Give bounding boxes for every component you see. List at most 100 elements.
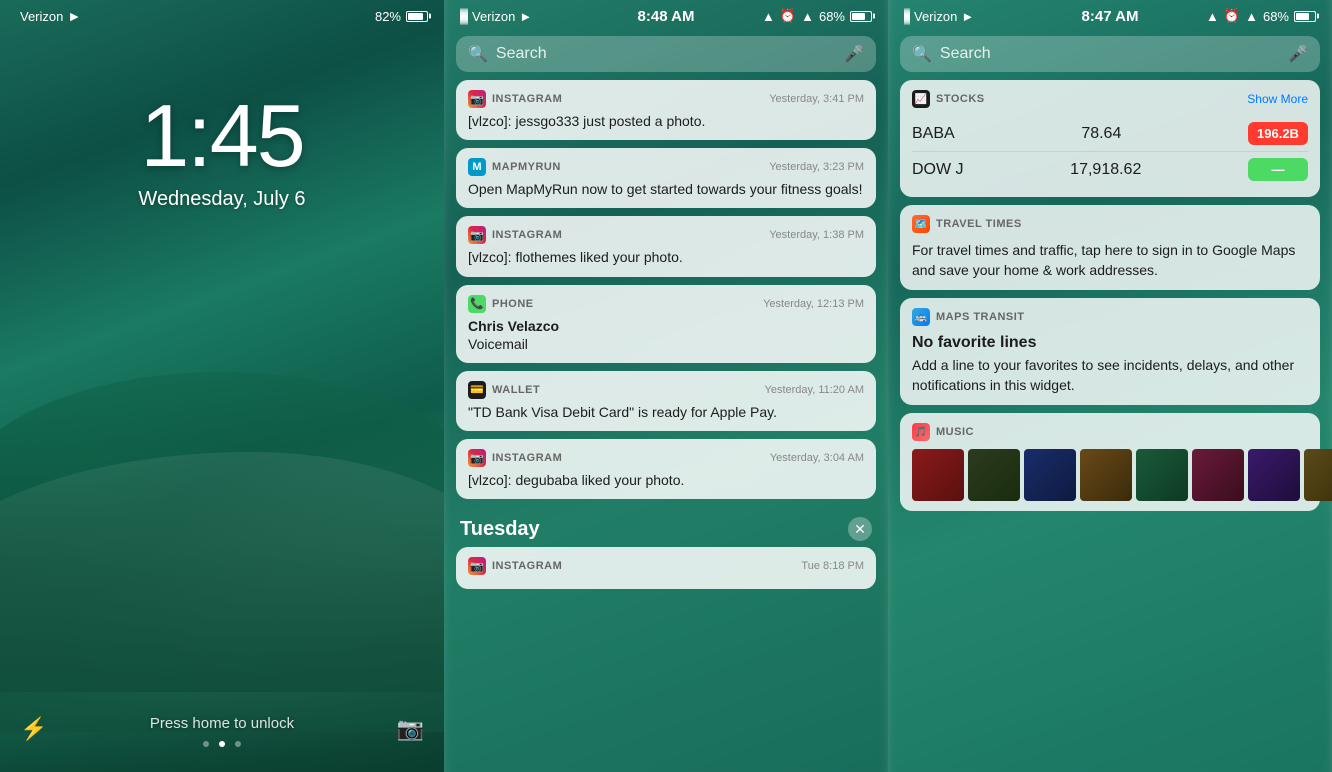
- notif-body-1: [vlzco]: jessgo333 just posted a photo.: [468, 112, 864, 130]
- transit-app-info: 🚌 MAPS TRANSIT: [912, 308, 1025, 326]
- lock-home-text[interactable]: Press home to unlock: [0, 715, 444, 732]
- widgets-search-text: Search: [940, 45, 1280, 63]
- notif-time-1: Yesterday, 3:41 PM: [769, 93, 864, 105]
- travel-app-name: TRAVEL TIMES: [936, 218, 1022, 230]
- widgets-bluetooth-icon: ▲: [1245, 9, 1258, 24]
- stocks-app-info: 📈 STOCKS: [912, 90, 985, 108]
- notif-item-5[interactable]: 💳 WALLET Yesterday, 11:20 AM "TD Bank Vi…: [456, 371, 876, 431]
- album-6[interactable]: [1192, 449, 1244, 501]
- lock-wifi-icon: ►: [67, 8, 81, 24]
- notif-body-2: Open MapMyRun now to get started towards…: [468, 180, 864, 198]
- notif-app-name-4: PHONE: [492, 298, 534, 310]
- stocks-row-baba: BABA 78.64 196.2B: [912, 116, 1308, 152]
- album-2[interactable]: [968, 449, 1020, 501]
- notif-instagram-icon-1: 📷: [468, 90, 486, 108]
- widgets-panel: Verizon ► 8:47 AM ▲ ⏰ ▲ 68% 🔍 Search 🎤 📈…: [888, 0, 1332, 772]
- notif-item-3[interactable]: 📷 INSTAGRAM Yesterday, 1:38 PM [vlzco]: …: [456, 216, 876, 276]
- notif-carrier-name: Verizon: [472, 9, 515, 24]
- notif-body-3: [vlzco]: flothemes liked your photo.: [468, 248, 864, 266]
- lock-page-indicator: [0, 734, 444, 752]
- music-widget-header: 🎵 MUSIC: [912, 423, 1308, 441]
- lock-time-container: 1:45 Wednesday, July 6: [0, 92, 444, 211]
- travel-app-info: 🗺️ TRAVEL TIMES: [912, 215, 1022, 233]
- notif-header-tuesday-1: 📷 INSTAGRAM Tue 8:18 PM: [468, 557, 864, 575]
- notif-time-5: Yesterday, 11:20 AM: [765, 384, 864, 396]
- notifications-panel: Verizon ► 8:48 AM ▲ ⏰ ▲ 68% 🔍 Search 🎤 📷…: [444, 0, 888, 772]
- stocks-app-name: STOCKS: [936, 93, 985, 105]
- lock-carrier-name: Verizon: [20, 9, 63, 24]
- notif-item-1[interactable]: 📷 INSTAGRAM Yesterday, 3:41 PM [vlzco]: …: [456, 80, 876, 140]
- widgets-status-right: ▲ ⏰ ▲ 68%: [1206, 8, 1316, 24]
- album-3[interactable]: [1024, 449, 1076, 501]
- travel-widget-header: 🗺️ TRAVEL TIMES: [912, 215, 1308, 233]
- notif-status-bar: Verizon ► 8:48 AM ▲ ⏰ ▲ 68%: [444, 0, 888, 32]
- notif-header-3: 📷 INSTAGRAM Yesterday, 1:38 PM: [468, 226, 864, 244]
- lock-time-display: 1:45: [0, 92, 444, 180]
- music-widget[interactable]: 🎵 MUSIC: [900, 413, 1320, 511]
- travel-app-icon: 🗺️: [912, 215, 930, 233]
- lock-camera-icon[interactable]: 📷: [397, 716, 424, 742]
- stock-baba-name: BABA: [912, 125, 955, 143]
- notif-bluetooth-icon: ▲: [801, 9, 814, 24]
- stocks-show-more[interactable]: Show More: [1247, 92, 1308, 106]
- lock-battery-icon: [406, 11, 428, 22]
- music-app-name: MUSIC: [936, 426, 974, 438]
- music-app-info: 🎵 MUSIC: [912, 423, 974, 441]
- album-5[interactable]: [1136, 449, 1188, 501]
- transit-widget-header: 🚌 MAPS TRANSIT: [912, 308, 1308, 326]
- tuesday-section-close[interactable]: ✕: [848, 517, 872, 541]
- album-7[interactable]: [1248, 449, 1300, 501]
- lock-screen-panel: Verizon ► 82% 1:45 Wednesday, July 6 ⚡ P…: [0, 0, 444, 772]
- stock-dowj-name: DOW J: [912, 161, 964, 179]
- notif-status-right: ▲ ⏰ ▲ 68%: [762, 8, 872, 24]
- widgets-status-bar: Verizon ► 8:47 AM ▲ ⏰ ▲ 68%: [888, 0, 1332, 32]
- notif-phone-icon: 📞: [468, 295, 486, 313]
- notif-app-name-6: INSTAGRAM: [492, 452, 562, 464]
- notif-time-tuesday-1: Tue 8:18 PM: [801, 560, 864, 572]
- album-4[interactable]: [1080, 449, 1132, 501]
- tuesday-section-title: Tuesday: [460, 518, 540, 541]
- album-1[interactable]: [912, 449, 964, 501]
- notif-search-icon: 🔍: [468, 44, 488, 64]
- widgets-carrier-name: Verizon: [914, 9, 957, 24]
- notif-time: 8:48 AM: [638, 8, 695, 25]
- notif-search-bar[interactable]: 🔍 Search 🎤: [456, 36, 876, 72]
- music-albums: [912, 449, 1308, 501]
- widgets-search-bar[interactable]: 🔍 Search 🎤: [900, 36, 1320, 72]
- notif-header-2: M MAPMYRUN Yesterday, 3:23 PM: [468, 158, 864, 176]
- notif-body-6: [vlzco]: degubaba liked your photo.: [468, 471, 864, 489]
- notif-carrier: Verizon ►: [460, 9, 532, 24]
- widgets-search-icon: 🔍: [912, 44, 932, 64]
- lock-status-right: 82%: [375, 9, 428, 24]
- notif-mic-icon[interactable]: 🎤: [844, 44, 864, 64]
- notif-location-icon: ▲: [762, 9, 775, 24]
- notif-app-info-6: 📷 INSTAGRAM: [468, 449, 562, 467]
- music-app-icon: 🎵: [912, 423, 930, 441]
- travel-times-widget[interactable]: 🗺️ TRAVEL TIMES For travel times and tra…: [900, 205, 1320, 290]
- travel-body-text: For travel times and traffic, tap here t…: [912, 241, 1308, 280]
- tuesday-section-header: Tuesday ✕: [456, 507, 876, 547]
- notif-alarm-icon: ⏰: [780, 8, 796, 24]
- album-8[interactable]: [1304, 449, 1332, 501]
- notif-item-4[interactable]: 📞 PHONE Yesterday, 12:13 PM Chris Velazc…: [456, 285, 876, 363]
- widgets-signal: [904, 9, 910, 24]
- maps-transit-widget[interactable]: 🚌 MAPS TRANSIT No favorite lines Add a l…: [900, 298, 1320, 405]
- widgets-location-icon: ▲: [1206, 9, 1219, 24]
- widgets-battery-pct: 68%: [1263, 9, 1289, 24]
- widgets-mic-icon[interactable]: 🎤: [1288, 44, 1308, 64]
- notif-scroll-area[interactable]: 📷 INSTAGRAM Yesterday, 3:41 PM [vlzco]: …: [444, 80, 888, 772]
- widgets-alarm-icon: ⏰: [1224, 8, 1240, 24]
- notif-item-2[interactable]: M MAPMYRUN Yesterday, 3:23 PM Open MapMy…: [456, 148, 876, 208]
- lock-status-bar: Verizon ► 82%: [0, 0, 444, 32]
- widgets-wifi-icon: ►: [961, 9, 974, 24]
- notif-item-tuesday-1[interactable]: 📷 INSTAGRAM Tue 8:18 PM: [456, 547, 876, 589]
- stocks-widget[interactable]: 📈 STOCKS Show More BABA 78.64 196.2B DOW…: [900, 80, 1320, 197]
- notif-body-4: Chris Velazco Voicemail: [468, 317, 864, 353]
- stock-dowj-price: 17,918.62: [1070, 161, 1141, 179]
- stock-dowj-change: —: [1248, 158, 1308, 181]
- transit-app-name: MAPS TRANSIT: [936, 311, 1025, 323]
- notif-item-6[interactable]: 📷 INSTAGRAM Yesterday, 3:04 AM [vlzco]: …: [456, 439, 876, 499]
- notif-app-name-2: MAPMYRUN: [492, 161, 561, 173]
- widgets-scroll-area[interactable]: 📈 STOCKS Show More BABA 78.64 196.2B DOW…: [888, 80, 1332, 772]
- notif-header-4: 📞 PHONE Yesterday, 12:13 PM: [468, 295, 864, 313]
